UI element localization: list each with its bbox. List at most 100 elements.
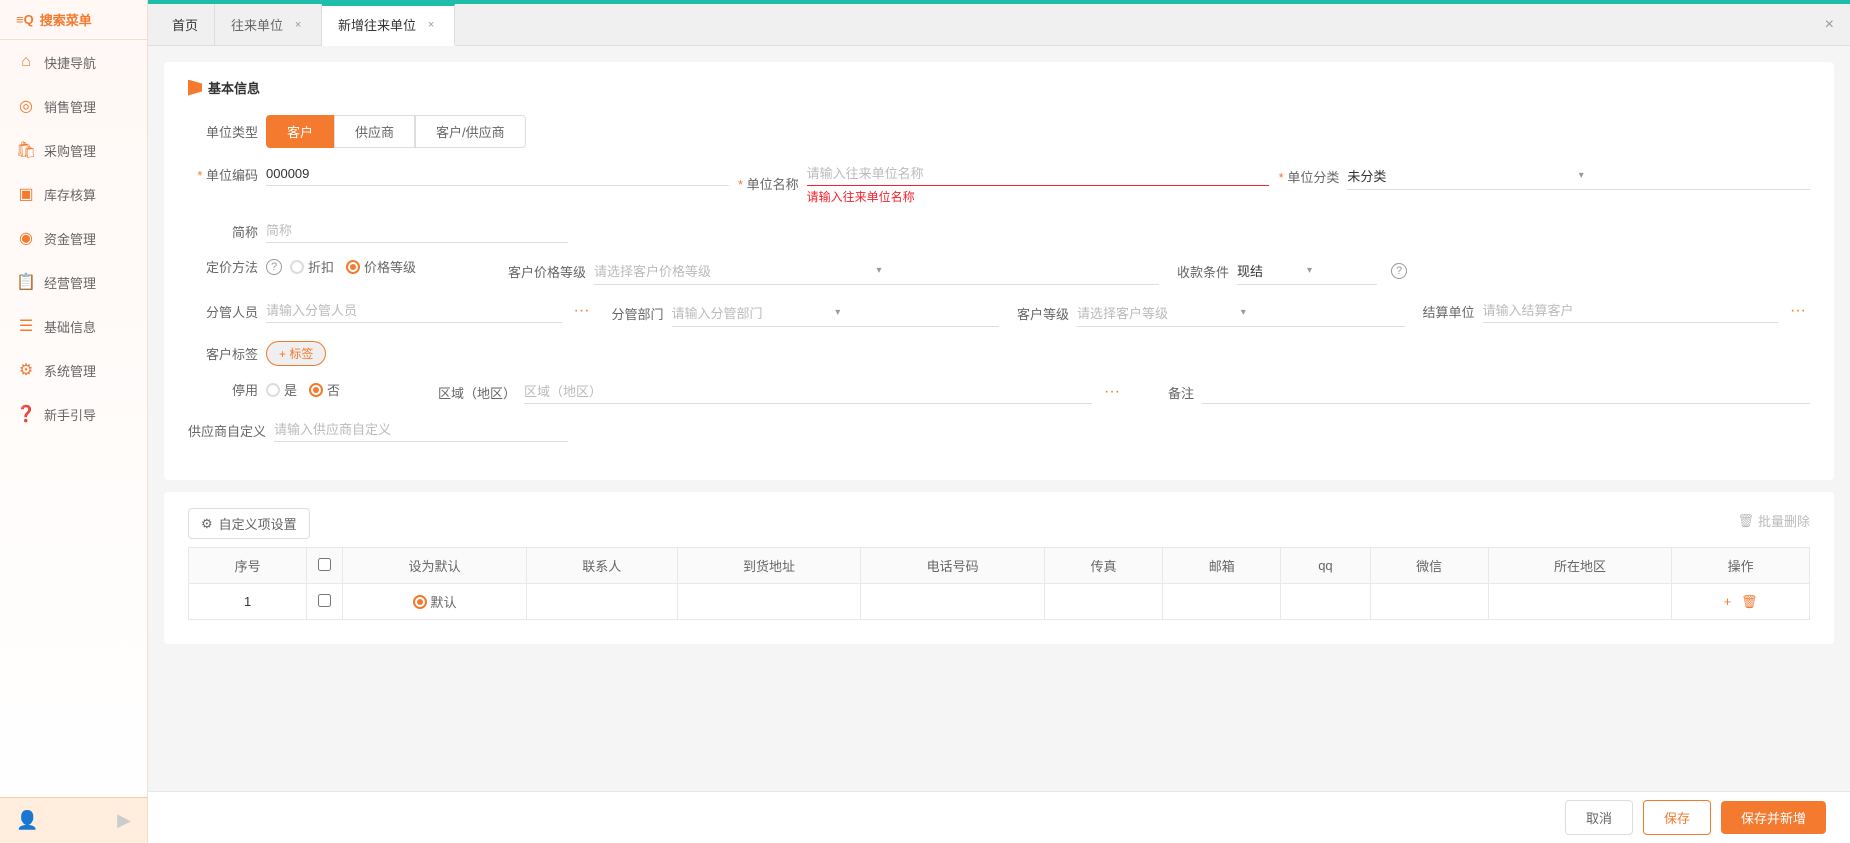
cell-default: 默认 xyxy=(343,584,527,620)
unit-name-field: 单位名称 请输入往来单位名称 xyxy=(729,162,1270,205)
department-arrow: ▾ xyxy=(835,307,999,318)
sidebar-item-guide[interactable]: ❓ 新手引导 xyxy=(0,392,147,436)
unit-category-value: 未分类 xyxy=(1347,166,1578,185)
batch-delete-button[interactable]: 🗑 批量删除 xyxy=(1737,511,1810,530)
payment-help-icon[interactable]: ? xyxy=(1391,263,1407,279)
cell-address xyxy=(677,584,861,620)
sidebar-item-system[interactable]: ⚙ 系统管理 xyxy=(0,348,147,392)
add-tag-button[interactable]: + 标签 xyxy=(266,341,326,366)
pricing-grade-radio[interactable]: 价格等级 xyxy=(346,257,416,276)
disable-yes-radio[interactable]: 是 xyxy=(266,380,297,399)
section-title-basic: 基本信息 xyxy=(188,78,1810,97)
unit-code-input[interactable] xyxy=(266,162,729,186)
manager-input[interactable] xyxy=(266,299,562,323)
save-button[interactable]: 保存 xyxy=(1643,800,1711,835)
delete-row-button[interactable]: 🗑 xyxy=(1741,594,1758,609)
type-btn-supplier[interactable]: 供应商 xyxy=(334,115,415,148)
disable-no-radio[interactable]: 否 xyxy=(309,380,340,399)
type-btn-both[interactable]: 客户/供应商 xyxy=(415,115,526,148)
customer-price-arrow: ▾ xyxy=(877,265,1160,276)
tab-bar-close-all[interactable]: × xyxy=(1817,16,1842,34)
settlement-input[interactable] xyxy=(1483,299,1779,323)
sidebar-search-label: 搜索菜单 xyxy=(40,10,92,29)
bottom-bar: 取消 保存 保存并新增 xyxy=(148,791,1850,843)
col-email: 邮箱 xyxy=(1163,548,1281,584)
cell-email xyxy=(1163,584,1281,620)
select-all-checkbox[interactable] xyxy=(318,558,331,571)
unit-name-error-msg: 请输入往来单位名称 xyxy=(807,188,1270,205)
payment-terms-select[interactable]: 现结 ▾ xyxy=(1237,257,1377,285)
form-card-table: ⚙ 自定义项设置 🗑 批量删除 序号 设为默认 联系人 到货地址 电话 xyxy=(164,492,1834,644)
save-new-button[interactable]: 保存并新增 xyxy=(1721,801,1826,834)
form-card-basic: 基本信息 单位类型 客户 供应商 客户/供应商 单位编码 xyxy=(164,62,1834,480)
sidebar-item-label: 快捷导航 xyxy=(44,53,96,72)
region-ellipsis[interactable]: ··· xyxy=(1100,383,1124,401)
sidebar-item-purchase[interactable]: 🛍 采购管理 xyxy=(0,128,147,172)
supplier-custom-row: 供应商自定义 xyxy=(188,418,1810,442)
region-input[interactable] xyxy=(524,380,1092,404)
supplier-custom-input[interactable] xyxy=(274,418,568,442)
add-row-button[interactable]: + xyxy=(1724,594,1732,609)
department-select[interactable]: 请输入分管部门 ▾ xyxy=(672,299,1000,327)
remark-input[interactable] xyxy=(1202,380,1810,404)
expand-icon[interactable]: ▶ xyxy=(117,810,131,831)
sidebar-item-label: 新手引导 xyxy=(44,405,96,424)
main-area: 首页 往来单位 × 新增往来单位 × × 基本信息 单位类型 客 xyxy=(148,0,1850,843)
tab-new-counterpart-close[interactable]: × xyxy=(424,18,438,32)
col-checkbox xyxy=(307,548,343,584)
manager-field: 分管人员 ··· xyxy=(188,299,594,323)
customer-price-select[interactable]: 请选择客户价格等级 ▾ xyxy=(594,257,1159,285)
manager-row: 分管人员 ··· 分管部门 请输入分管部门 ▾ 客户等级 请选择客户等级 ▾ xyxy=(188,299,1810,327)
cell-action: + 🗑 xyxy=(1672,584,1810,620)
customer-level-select[interactable]: 请选择客户等级 ▾ xyxy=(1077,299,1405,327)
manager-ellipsis[interactable]: ··· xyxy=(570,302,594,320)
pricing-method-field: 定价方法 ? 折扣 价格等级 xyxy=(188,257,508,276)
sidebar-item-operation[interactable]: 📋 经营管理 xyxy=(0,260,147,304)
sidebar-search[interactable]: ≡Q 搜索菜单 xyxy=(0,0,147,40)
tab-counterpart[interactable]: 往来单位 × xyxy=(215,4,322,46)
cell-contact xyxy=(526,584,677,620)
abbreviation-field: 简称 xyxy=(188,219,568,243)
sidebar-item-label: 经营管理 xyxy=(44,273,96,292)
section-title-label: 基本信息 xyxy=(208,78,260,97)
cancel-button[interactable]: 取消 xyxy=(1565,800,1633,835)
custom-settings-button[interactable]: ⚙ 自定义项设置 xyxy=(188,508,310,539)
tab-new-counterpart[interactable]: 新增往来单位 × xyxy=(322,4,455,46)
sidebar-item-basic[interactable]: ☰ 基础信息 xyxy=(0,304,147,348)
sidebar-item-inventory[interactable]: ▣ 库存核算 xyxy=(0,172,147,216)
operation-icon: 📋 xyxy=(16,272,36,292)
pricing-radio-group: 折扣 价格等级 xyxy=(290,257,416,276)
sidebar-item-sales[interactable]: ◎ 销售管理 xyxy=(0,84,147,128)
row-checkbox[interactable] xyxy=(318,594,331,607)
pricing-help-icon[interactable]: ? xyxy=(266,259,282,275)
sidebar-item-finance[interactable]: ◉ 资金管理 xyxy=(0,216,147,260)
cell-seq: 1 xyxy=(189,584,307,620)
tab-home[interactable]: 首页 xyxy=(156,4,215,46)
pricing-discount-radio[interactable]: 折扣 xyxy=(290,257,334,276)
purchase-icon: 🛍 xyxy=(16,140,36,160)
abbreviation-input[interactable] xyxy=(266,219,568,243)
cell-phone xyxy=(861,584,1045,620)
cell-wechat xyxy=(1370,584,1488,620)
finance-icon: ◉ xyxy=(16,228,36,248)
unit-code-field: 单位编码 xyxy=(188,162,729,186)
supplier-custom-field: 供应商自定义 xyxy=(188,418,568,442)
default-radio[interactable]: 默认 xyxy=(353,592,516,611)
customer-price-placeholder: 请选择客户价格等级 xyxy=(594,261,877,280)
sidebar-item-quick-nav[interactable]: ⌂ 快捷导航 xyxy=(0,40,147,84)
home-icon: ⌂ xyxy=(16,52,36,72)
customer-tag-label: 客户标签 xyxy=(188,344,258,363)
unit-category-arrow: ▾ xyxy=(1579,170,1810,181)
user-icon: 👤 xyxy=(16,810,38,831)
unit-name-label: 单位名称 xyxy=(729,174,799,193)
col-qq: qq xyxy=(1281,548,1370,584)
abbreviation-label: 简称 xyxy=(188,222,258,241)
region-label: 区域（地区） xyxy=(438,383,516,402)
batch-delete-label: 批量删除 xyxy=(1758,511,1810,530)
unit-category-select[interactable]: 未分类 ▾ xyxy=(1347,162,1810,190)
settlement-ellipsis[interactable]: ··· xyxy=(1786,302,1810,320)
search-icon: ≡Q xyxy=(16,12,34,27)
tab-counterpart-close[interactable]: × xyxy=(291,18,305,32)
type-btn-customer[interactable]: 客户 xyxy=(266,115,334,148)
unit-name-input[interactable] xyxy=(807,162,1270,186)
